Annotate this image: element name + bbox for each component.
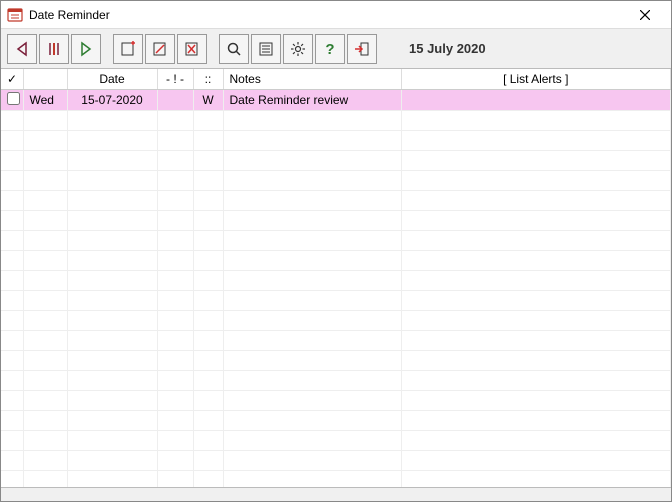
col-day[interactable]	[23, 69, 67, 89]
table-header-row: ✓ Date - ! - :: Notes [ List Alerts ]	[1, 69, 671, 89]
status-bar	[1, 487, 671, 501]
table-row	[1, 190, 671, 210]
col-priority[interactable]: - ! -	[157, 69, 193, 89]
cell-priority	[157, 89, 193, 110]
edit-entry-button[interactable]	[145, 34, 175, 64]
table-row	[1, 390, 671, 410]
delete-entry-button[interactable]	[177, 34, 207, 64]
table-row	[1, 290, 671, 310]
col-date[interactable]: Date	[67, 69, 157, 89]
col-alerts[interactable]: [ List Alerts ]	[401, 69, 671, 89]
settings-button[interactable]	[283, 34, 313, 64]
close-button[interactable]	[625, 3, 665, 27]
table-row	[1, 370, 671, 390]
reminder-table-container: ✓ Date - ! - :: Notes [ List Alerts ] We…	[1, 69, 671, 487]
list-button[interactable]	[251, 34, 281, 64]
window-title: Date Reminder	[29, 8, 625, 22]
reminder-table: ✓ Date - ! - :: Notes [ List Alerts ] We…	[1, 69, 671, 487]
cell-day: Wed	[23, 89, 67, 110]
col-recur[interactable]: ::	[193, 69, 223, 89]
cell-check[interactable]	[1, 89, 23, 110]
table-row	[1, 350, 671, 370]
help-button[interactable]: ?	[315, 34, 345, 64]
cell-notes: Date Reminder review	[223, 89, 401, 110]
table-row[interactable]: Wed15-07-2020 WDate Reminder review	[1, 89, 671, 110]
title-bar: Date Reminder	[1, 1, 671, 29]
app-icon	[7, 7, 23, 23]
row-checkbox[interactable]	[7, 92, 20, 105]
table-row	[1, 430, 671, 450]
toolbar: ? 15 July 2020	[1, 29, 671, 69]
cell-recur: W	[193, 89, 223, 110]
table-row	[1, 270, 671, 290]
table-row	[1, 330, 671, 350]
today-button[interactable]	[39, 34, 69, 64]
exit-button[interactable]	[347, 34, 377, 64]
table-row	[1, 110, 671, 130]
cell-alerts	[401, 89, 671, 110]
table-row	[1, 450, 671, 470]
table-row	[1, 230, 671, 250]
table-row	[1, 410, 671, 430]
table-row	[1, 170, 671, 190]
next-button[interactable]	[71, 34, 101, 64]
table-row	[1, 130, 671, 150]
table-row	[1, 250, 671, 270]
table-row	[1, 470, 671, 487]
col-notes[interactable]: Notes	[223, 69, 401, 89]
cell-date: 15-07-2020	[67, 89, 157, 110]
col-check[interactable]: ✓	[1, 69, 23, 89]
svg-text:?: ?	[325, 41, 334, 57]
table-row	[1, 150, 671, 170]
table-row	[1, 310, 671, 330]
prev-button[interactable]	[7, 34, 37, 64]
table-row	[1, 210, 671, 230]
current-date-label: 15 July 2020	[409, 41, 486, 56]
search-button[interactable]	[219, 34, 249, 64]
new-entry-button[interactable]	[113, 34, 143, 64]
